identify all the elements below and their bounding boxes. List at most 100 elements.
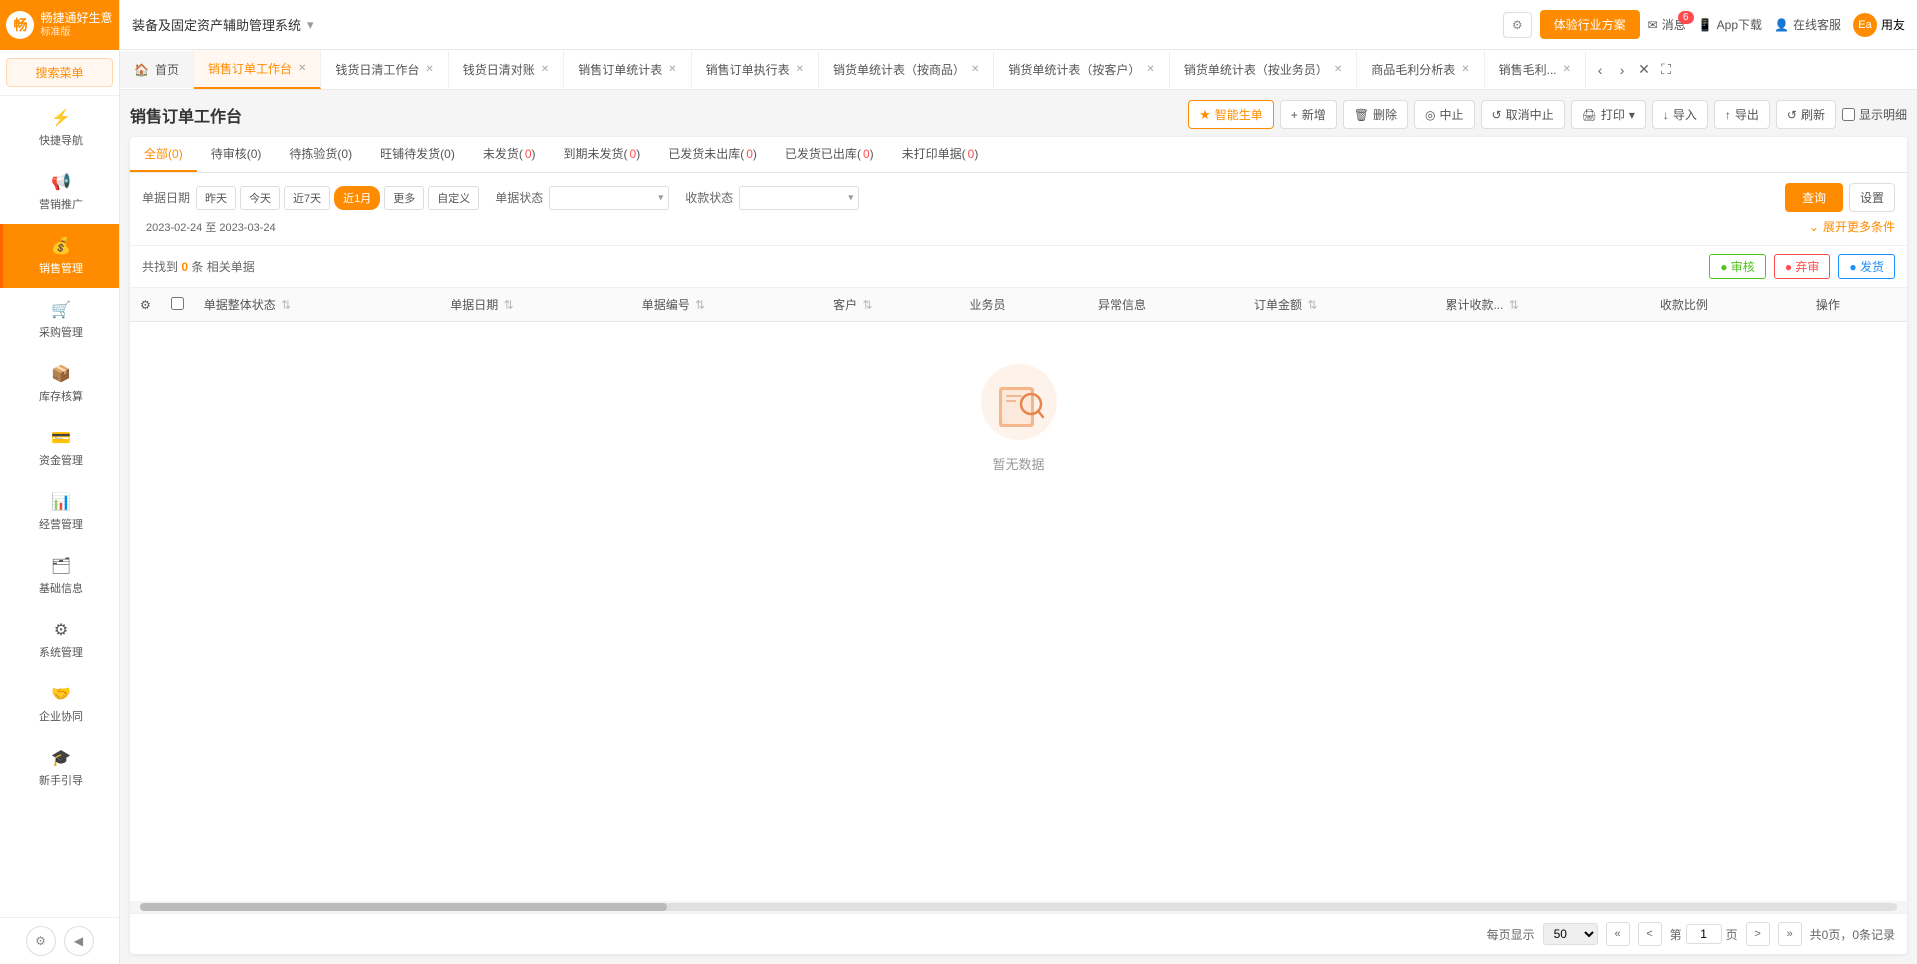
sidebar-item-business[interactable]: 📊 经营管理 xyxy=(0,480,119,544)
settings-button[interactable]: ⚙ xyxy=(26,926,56,956)
import-button[interactable]: ↓ 导入 xyxy=(1652,100,1708,129)
tab-close-cash-daily[interactable]: ✕ xyxy=(425,64,433,75)
tab-next-button[interactable]: › xyxy=(1612,60,1632,80)
th-status[interactable]: 单据整体状态 ⇅ xyxy=(194,288,441,322)
select-all-checkbox[interactable] xyxy=(171,297,184,310)
tab-close-sales-stats[interactable]: ✕ xyxy=(668,64,676,75)
collapse-button[interactable]: ◀ xyxy=(64,926,94,956)
tab-prev-button[interactable]: ‹ xyxy=(1590,60,1610,80)
sidebar-item-enterprise[interactable]: 🤝 企业协同 xyxy=(0,672,119,736)
sidebar-item-basic[interactable]: 🗂 基础信息 xyxy=(0,544,119,608)
tab-close-sales-workbench[interactable]: ✕ xyxy=(298,63,306,74)
tab-close-stats-staff[interactable]: ✕ xyxy=(1334,64,1342,75)
page-size-select[interactable]: 50 20 100 xyxy=(1543,923,1598,945)
sidebar-item-guide[interactable]: 🎓 新手引导 xyxy=(0,736,119,800)
delete-button[interactable]: 🗑 删除 xyxy=(1343,100,1408,129)
show-detail-label[interactable]: 显示明细 xyxy=(1842,106,1907,123)
ship-button[interactable]: ● 发货 xyxy=(1838,254,1895,279)
app-download-action[interactable]: 📱 App下载 xyxy=(1698,16,1762,33)
filter-tab-expired[interactable]: 到期未发货(0) xyxy=(550,137,655,172)
horizontal-scrollbar[interactable] xyxy=(130,901,1907,913)
sidebar-logo[interactable]: 畅 畅捷通好生意 标准版 xyxy=(0,0,119,50)
export-button[interactable]: ↑ 导出 xyxy=(1714,100,1770,129)
sidebar-item-purchase[interactable]: 🛒 采购管理 xyxy=(0,288,119,352)
prev-page-button[interactable]: < xyxy=(1638,922,1662,946)
tab-sales-stats-staff[interactable]: 销货单统计表（按业务员） ✕ xyxy=(1170,51,1357,88)
last-page-button[interactable]: » xyxy=(1778,922,1802,946)
payment-select[interactable] xyxy=(739,186,859,210)
filter-tab-not-printed[interactable]: 未打印单据(0) xyxy=(888,137,993,172)
filter-tab-pending-review[interactable]: 待审核(0) xyxy=(197,137,276,172)
date-btn-1month[interactable]: 近1月 xyxy=(334,186,380,210)
table-scroll-area[interactable]: ⚙ 单据整体状态 ⇅ 单据日期 ⇅ 单据编号 xyxy=(130,288,1907,901)
date-btn-custom[interactable]: 自定义 xyxy=(428,186,479,210)
th-settings[interactable]: ⚙ xyxy=(130,288,161,322)
pause-button[interactable]: ◎ 中止 xyxy=(1414,100,1475,129)
sidebar-item-quick-nav[interactable]: ⚡ 快捷导航 xyxy=(0,96,119,160)
tab-sales-stats[interactable]: 销售订单统计表 ✕ xyxy=(564,51,691,88)
reject-button[interactable]: ● 弃审 xyxy=(1774,254,1831,279)
query-button[interactable]: 查询 xyxy=(1785,183,1843,212)
filter-tab-shipped-out[interactable]: 已发货已出库(0) xyxy=(771,137,888,172)
tab-sales-stats-product[interactable]: 销货单统计表（按商品） ✕ xyxy=(819,51,994,88)
print-button[interactable]: 🖨 打印 ▾ xyxy=(1571,100,1646,129)
status-select[interactable] xyxy=(549,186,669,210)
filter-tab-all[interactable]: 全部(0) xyxy=(130,137,197,172)
th-number[interactable]: 单据编号 ⇅ xyxy=(632,288,823,322)
tab-close-cash-reconcile[interactable]: ✕ xyxy=(541,64,549,75)
date-btn-yesterday[interactable]: 昨天 xyxy=(196,186,236,210)
date-btn-today[interactable]: 今天 xyxy=(240,186,280,210)
unpause-button[interactable]: ↺ 取消中止 xyxy=(1481,100,1565,129)
tab-cash-reconcile[interactable]: 钱货日清对账 ✕ xyxy=(449,51,564,88)
settings-icon[interactable]: ⚙ xyxy=(1503,12,1532,38)
sidebar-item-inventory[interactable]: 📦 库存核算 xyxy=(0,352,119,416)
next-page-button[interactable]: > xyxy=(1746,922,1770,946)
tab-close-stats-customer[interactable]: ✕ xyxy=(1146,64,1154,75)
tab-close-product-margin[interactable]: ✕ xyxy=(1461,64,1469,75)
tab-sales-stats-customer[interactable]: 销货单统计表（按客户） ✕ xyxy=(994,51,1169,88)
tab-product-margin[interactable]: 商品毛利分析表 ✕ xyxy=(1357,51,1484,88)
th-checkbox[interactable] xyxy=(161,288,194,322)
tab-close-sales-gross[interactable]: ✕ xyxy=(1563,64,1571,75)
filter-tab-shipped-not-in[interactable]: 已发货未出库(0) xyxy=(654,137,771,172)
tab-sales-gross[interactable]: 销售毛利... ✕ xyxy=(1485,51,1586,88)
online-service-action[interactable]: 👤 在线客服 xyxy=(1774,16,1841,33)
filter-tab-not-shipped[interactable]: 未发货(0) xyxy=(469,137,550,172)
th-abnormal[interactable]: 异常信息 xyxy=(1088,288,1244,322)
tab-home[interactable]: 🏠 首页 xyxy=(120,51,194,88)
th-customer[interactable]: 客户 ⇅ xyxy=(823,288,959,322)
filter-tab-wangpu[interactable]: 旺铺待发货(0) xyxy=(366,137,469,172)
tab-fullscreen-button[interactable]: ⛶ xyxy=(1656,60,1676,80)
th-amount[interactable]: 订单金额 ⇅ xyxy=(1244,288,1435,322)
date-btn-more[interactable]: 更多 xyxy=(384,186,424,210)
th-staff[interactable]: 业务员 xyxy=(959,288,1088,322)
filter-tab-pending-check[interactable]: 待拣验货(0) xyxy=(275,137,366,172)
tab-sales-exec[interactable]: 销售订单执行表 ✕ xyxy=(692,51,819,88)
add-button[interactable]: + 新增 xyxy=(1280,100,1337,129)
approve-button[interactable]: ● 审核 xyxy=(1709,254,1766,279)
sidebar-item-sales[interactable]: 💰 销售管理 xyxy=(0,224,119,288)
title-dropdown-icon[interactable]: ▾ xyxy=(307,17,314,33)
refresh-button[interactable]: ↺ 刷新 xyxy=(1776,100,1836,129)
tab-close-all-button[interactable]: ✕ xyxy=(1634,60,1654,80)
tab-cash-daily[interactable]: 钱货日清工作台 ✕ xyxy=(321,51,448,88)
page-number-input[interactable] xyxy=(1686,924,1722,944)
user-menu[interactable]: Ea 用友 xyxy=(1853,13,1905,37)
sidebar-item-capital[interactable]: 💳 资金管理 xyxy=(0,416,119,480)
th-collected[interactable]: 累计收款... ⇅ xyxy=(1435,288,1649,322)
industry-btn[interactable]: 体验行业方案 xyxy=(1540,10,1640,39)
scrollbar-thumb[interactable] xyxy=(140,903,667,911)
sidebar-item-system[interactable]: ⚙ 系统管理 xyxy=(0,608,119,672)
th-ratio[interactable]: 收款比例 xyxy=(1650,288,1806,322)
tab-close-stats-product[interactable]: ✕ xyxy=(971,64,979,75)
th-date[interactable]: 单据日期 ⇅ xyxy=(440,288,631,322)
sidebar-item-marketing[interactable]: 📢 营销推广 xyxy=(0,160,119,224)
smart-generate-button[interactable]: ★ 智能生单 xyxy=(1188,100,1274,129)
search-menu-button[interactable]: 搜索菜单 xyxy=(6,58,113,87)
tab-close-sales-exec[interactable]: ✕ xyxy=(796,64,804,75)
show-detail-checkbox[interactable] xyxy=(1842,108,1855,121)
tab-sales-workbench[interactable]: 销售订单工作台 ✕ xyxy=(194,50,321,89)
date-btn-7days[interactable]: 近7天 xyxy=(284,186,330,210)
settings-filter-button[interactable]: 设置 xyxy=(1849,183,1895,212)
first-page-button[interactable]: « xyxy=(1606,922,1630,946)
